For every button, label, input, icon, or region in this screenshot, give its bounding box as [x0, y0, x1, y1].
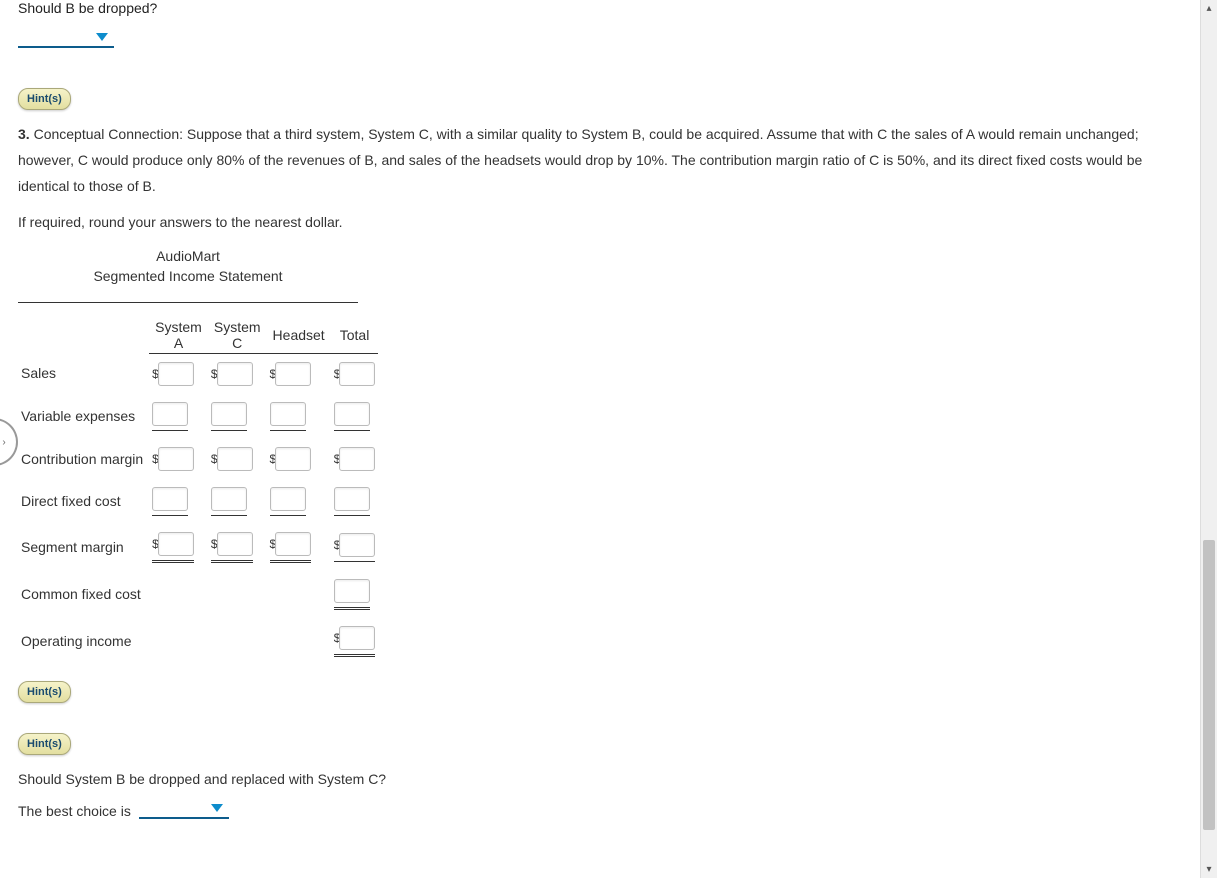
- row-variable-expenses: Variable expenses: [18, 394, 378, 439]
- rounding-note: If required, round your answers to the n…: [18, 214, 1182, 230]
- dfc-headset[interactable]: [270, 487, 306, 511]
- cfc-total[interactable]: [334, 579, 370, 603]
- cm-system-a[interactable]: [158, 447, 194, 471]
- col-system-a: System A: [149, 315, 208, 354]
- ve-system-a[interactable]: [152, 402, 188, 426]
- dropdown-best-choice[interactable]: [139, 797, 229, 819]
- hint-button[interactable]: Hint(s): [18, 733, 71, 755]
- sm-system-a[interactable]: [158, 532, 194, 556]
- sales-total[interactable]: [339, 362, 375, 386]
- row-sales: Sales $ $ $ $: [18, 353, 378, 394]
- row-operating-income: Operating income $: [18, 618, 378, 665]
- table-rule: [18, 302, 358, 303]
- best-choice-line: The best choice is: [18, 797, 1182, 819]
- scroll-up-icon[interactable]: ▴: [1201, 0, 1217, 17]
- row-contribution-margin: Contribution margin $ $ $ $: [18, 439, 378, 479]
- col-system-c: System C: [208, 315, 267, 354]
- sm-headset[interactable]: [275, 532, 311, 556]
- question-number: 3.: [18, 126, 30, 142]
- dropdown-drop-b[interactable]: [18, 24, 114, 48]
- sales-headset[interactable]: [275, 362, 311, 386]
- row-common-fixed-cost: Common fixed cost: [18, 571, 378, 618]
- ve-system-c[interactable]: [211, 402, 247, 426]
- chevron-down-icon: [96, 33, 108, 41]
- company-name: AudioMart: [18, 248, 358, 264]
- statement-title: Segmented Income Statement: [18, 268, 358, 284]
- cm-system-c[interactable]: [217, 447, 253, 471]
- col-total: Total: [331, 315, 379, 354]
- sm-total[interactable]: [339, 533, 375, 557]
- hint-button[interactable]: Hint(s): [18, 681, 71, 703]
- row-segment-margin: Segment margin $ $ $ $: [18, 524, 378, 571]
- chevron-down-icon: [211, 804, 223, 812]
- cm-headset[interactable]: [275, 447, 311, 471]
- table-header-row: System A System C Headset Total: [18, 315, 378, 354]
- question-drop-b: Should B be dropped?: [18, 0, 1182, 16]
- col-headset: Headset: [267, 315, 331, 354]
- question-3-text: 3. Conceptual Connection: Suppose that a…: [18, 122, 1182, 200]
- income-statement-table: AudioMart Segmented Income Statement › S…: [18, 248, 358, 665]
- oi-total[interactable]: [339, 626, 375, 650]
- hint-button[interactable]: Hint(s): [18, 88, 71, 110]
- side-tab-icon[interactable]: ›: [0, 418, 18, 466]
- best-choice-label: The best choice is: [18, 803, 131, 819]
- dfc-total[interactable]: [334, 487, 370, 511]
- sales-system-c[interactable]: [217, 362, 253, 386]
- row-direct-fixed-cost: Direct fixed cost: [18, 479, 378, 524]
- dfc-system-c[interactable]: [211, 487, 247, 511]
- vertical-scrollbar[interactable]: ▴ ▾: [1200, 0, 1217, 878]
- cm-total[interactable]: [339, 447, 375, 471]
- question-replace-c: Should System B be dropped and replaced …: [18, 771, 1182, 787]
- sm-system-c[interactable]: [217, 532, 253, 556]
- ve-headset[interactable]: [270, 402, 306, 426]
- ve-total[interactable]: [334, 402, 370, 426]
- sales-system-a[interactable]: [158, 362, 194, 386]
- dfc-system-a[interactable]: [152, 487, 188, 511]
- scroll-down-icon[interactable]: ▾: [1201, 861, 1217, 878]
- scroll-thumb[interactable]: [1203, 540, 1215, 830]
